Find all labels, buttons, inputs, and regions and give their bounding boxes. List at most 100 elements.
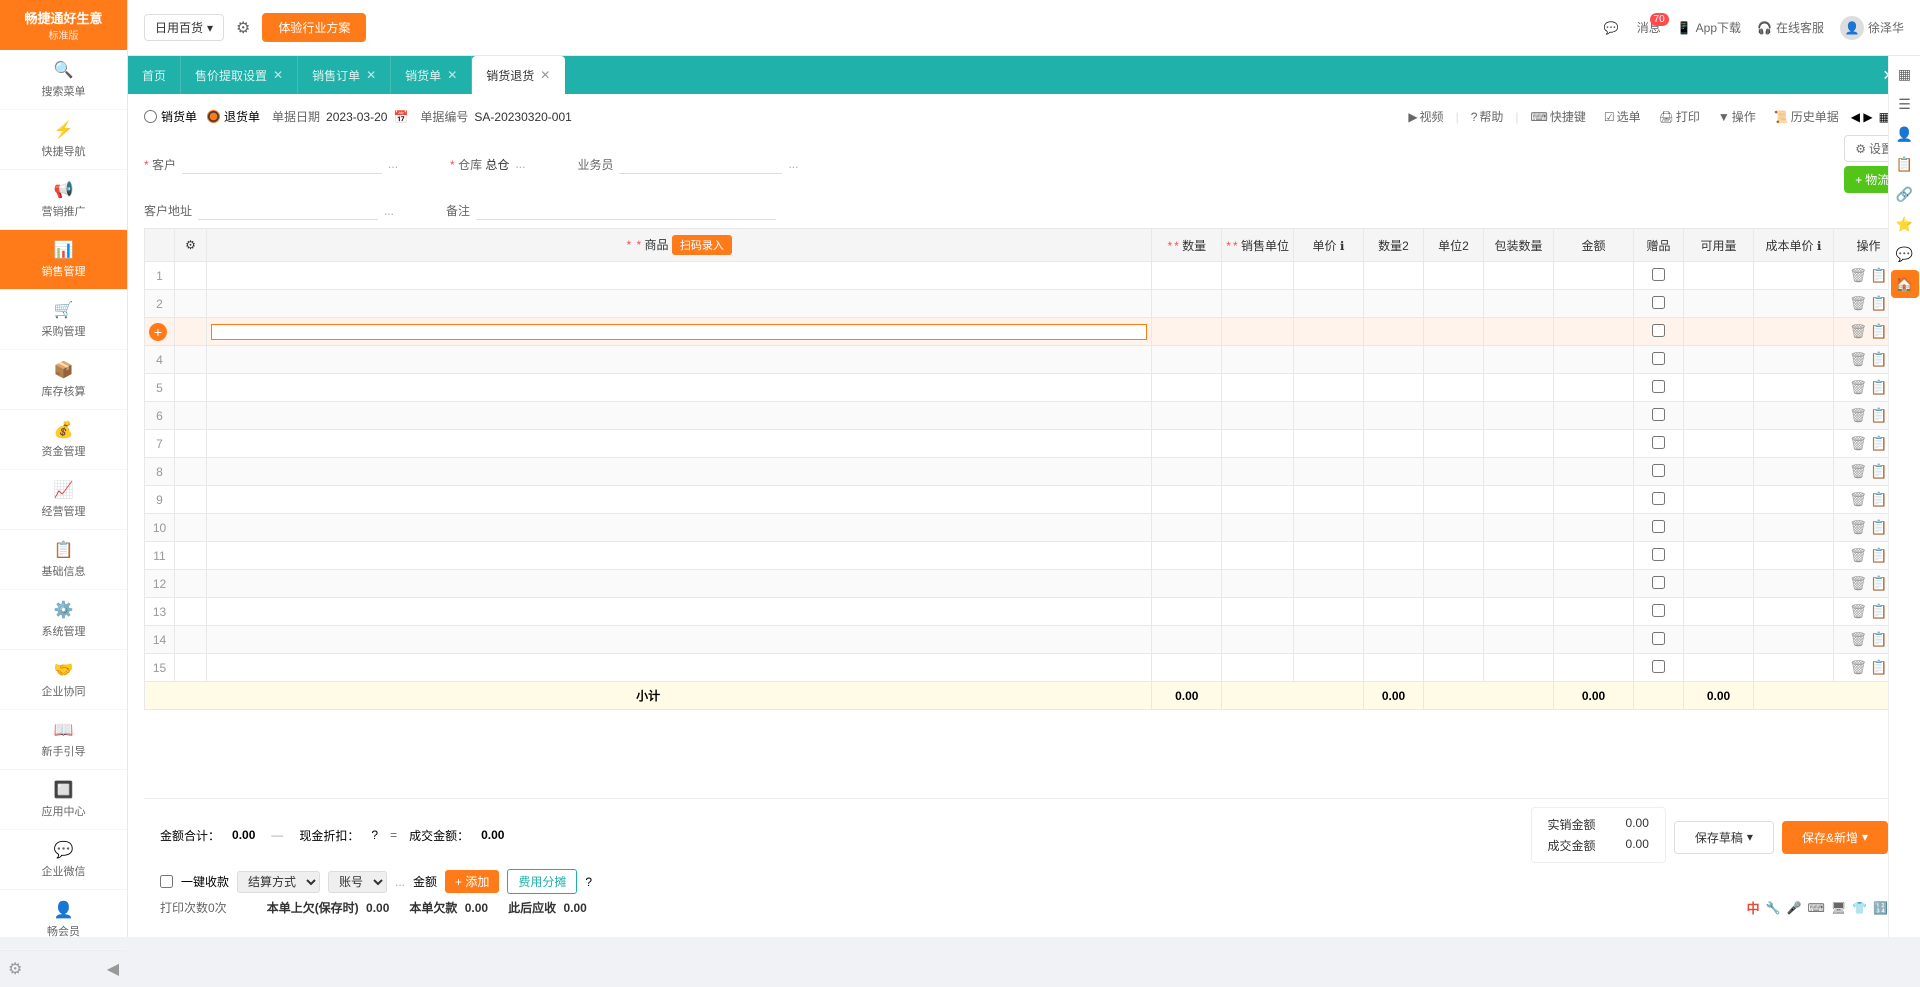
address-dots[interactable]: ... <box>384 204 394 218</box>
product-cell[interactable] <box>207 458 1152 486</box>
copy-icon[interactable]: 📋 <box>1870 267 1887 283</box>
product-cell[interactable] <box>207 626 1152 654</box>
copy-icon[interactable]: 📋 <box>1870 351 1887 367</box>
col-gear-header[interactable]: ⚙ <box>175 229 207 262</box>
copy-icon[interactable]: 📋 <box>1870 603 1887 619</box>
radio-return[interactable]: 退货单 <box>207 108 260 125</box>
copy-icon[interactable]: 📋 <box>1870 491 1887 507</box>
product-cell[interactable] <box>207 654 1152 682</box>
gift-checkbox[interactable] <box>1652 520 1665 533</box>
customer-input[interactable] <box>182 155 382 174</box>
print-btn[interactable]: 🖨 打印 <box>1653 106 1706 127</box>
delete-icon[interactable]: 🗑 <box>1849 631 1867 647</box>
gift-checkbox[interactable] <box>1652 408 1665 421</box>
tab-sales-order[interactable]: 销售订单 ✕ <box>298 56 391 94</box>
calc-method-select[interactable]: 结算方式 <box>237 871 320 893</box>
account-dots[interactable]: ... <box>395 875 405 889</box>
gift-checkbox[interactable] <box>1652 380 1665 393</box>
delete-icon[interactable]: 🗑 <box>1849 379 1867 395</box>
warehouse-dots[interactable]: ... <box>515 157 525 171</box>
shortcut-btn[interactable]: ⌨ 快捷键 <box>1525 106 1592 127</box>
right-panel-grid-btn[interactable]: ▦ <box>1891 60 1919 88</box>
delete-icon[interactable]: 🗑 <box>1849 463 1867 479</box>
gift-cell[interactable] <box>1634 598 1684 626</box>
gift-cell[interactable] <box>1634 374 1684 402</box>
delete-icon[interactable]: 🗑 <box>1849 407 1867 423</box>
gift-checkbox[interactable] <box>1652 576 1665 589</box>
gift-cell[interactable] <box>1634 458 1684 486</box>
product-cell[interactable] <box>207 570 1152 598</box>
history-btn[interactable]: 📜 历史单据 <box>1768 106 1845 127</box>
tool6-icon[interactable]: 🔢 <box>1873 901 1888 915</box>
sidebar-item-system[interactable]: ⚙️ 系统管理 <box>0 590 127 650</box>
copy-icon[interactable]: 📋 <box>1870 519 1887 535</box>
right-panel-link-btn[interactable]: 🔗 <box>1891 180 1919 208</box>
fee-help-icon[interactable]: ? <box>585 875 592 889</box>
product-cell[interactable] <box>207 374 1152 402</box>
sidebar-item-partner[interactable]: 🤝 企业协同 <box>0 650 127 710</box>
sidebar-item-basic[interactable]: 📋 基础信息 <box>0 530 127 590</box>
save-new-btn[interactable]: 保存&新增 ▾ <box>1782 821 1888 854</box>
exp-btn[interactable]: 体验行业方案 <box>262 13 366 42</box>
sidebar-item-search[interactable]: 🔍 搜索菜单 <box>0 50 127 110</box>
add-row-btn[interactable]: + <box>149 323 167 341</box>
copy-icon[interactable]: 📋 <box>1870 379 1887 395</box>
gift-cell[interactable] <box>1634 290 1684 318</box>
tab-price-extract-close[interactable]: ✕ <box>273 68 283 82</box>
industry-select[interactable]: 日用百货 ▾ <box>144 14 224 41</box>
right-panel-home-btn[interactable]: 🏠 <box>1891 270 1919 298</box>
gift-checkbox[interactable] <box>1652 352 1665 365</box>
tab-price-extract[interactable]: 售价提取设置 ✕ <box>181 56 298 94</box>
delete-icon[interactable]: 🗑 <box>1849 575 1867 591</box>
sidebar-item-member[interactable]: 👤 畅会员 <box>0 890 127 950</box>
gift-cell[interactable] <box>1634 654 1684 682</box>
tool3-icon[interactable]: ⌨ <box>1808 901 1825 915</box>
delete-icon[interactable]: 🗑 <box>1849 519 1867 535</box>
gift-checkbox[interactable] <box>1652 464 1665 477</box>
delete-icon[interactable]: 🗑 <box>1849 267 1867 283</box>
product-cell[interactable] <box>207 290 1152 318</box>
gift-checkbox[interactable] <box>1652 324 1665 337</box>
copy-icon[interactable]: 📋 <box>1870 659 1887 675</box>
sidebar-item-app[interactable]: 🔲 应用中心 <box>0 770 127 830</box>
copy-icon[interactable]: 📋 <box>1870 435 1887 451</box>
sidebar-item-marketing[interactable]: 📢 营销推广 <box>0 170 127 230</box>
save-draft-btn[interactable]: 保存草稿 ▾ <box>1674 821 1774 854</box>
sidebar-item-sales[interactable]: 📊 销售管理 <box>0 230 127 290</box>
salesman-input[interactable] <box>619 155 782 174</box>
delete-icon[interactable]: 🗑 <box>1849 295 1867 311</box>
salesman-dots[interactable]: ... <box>788 157 798 171</box>
sidebar-item-wechat[interactable]: 💬 企业微信 <box>0 830 127 890</box>
gift-cell[interactable] <box>1634 542 1684 570</box>
gift-cell[interactable] <box>1634 514 1684 542</box>
delete-icon[interactable]: 🗑 <box>1849 435 1867 451</box>
sidebar-item-guide[interactable]: 📖 新手引导 <box>0 710 127 770</box>
copy-icon[interactable]: 📋 <box>1870 547 1887 563</box>
copy-icon[interactable]: 📋 <box>1870 407 1887 423</box>
product-cell[interactable] <box>207 402 1152 430</box>
calendar-icon[interactable]: 📅 <box>393 110 408 124</box>
tab-sales[interactable]: 销货单 ✕ <box>391 56 472 94</box>
tool1-icon[interactable]: 🔧 <box>1766 901 1781 915</box>
delete-icon[interactable]: 🗑 <box>1849 491 1867 507</box>
product-input[interactable] <box>211 324 1147 340</box>
user-menu[interactable]: 👤 徐泽华 <box>1840 16 1904 40</box>
app-download-btn[interactable]: 📱 App下载 <box>1677 19 1741 36</box>
product-cell[interactable] <box>207 514 1152 542</box>
discount-help-icon[interactable]: ? <box>371 828 378 842</box>
customer-dots[interactable]: ... <box>388 157 398 171</box>
gift-checkbox[interactable] <box>1652 548 1665 561</box>
tab-sales-close[interactable]: ✕ <box>447 68 457 82</box>
delete-icon[interactable]: 🗑 <box>1849 351 1867 367</box>
settings-icon[interactable]: ⚙ <box>8 959 22 979</box>
settings-gear-icon[interactable]: ⚙ <box>236 18 250 38</box>
product-cell[interactable] <box>207 486 1152 514</box>
copy-icon[interactable]: 📋 <box>1870 631 1887 647</box>
right-panel-list-btn[interactable]: ☰ <box>1891 90 1919 118</box>
sidebar-item-inventory[interactable]: 📦 库存核算 <box>0 350 127 410</box>
scan-btn[interactable]: 扫码录入 <box>672 235 732 255</box>
tab-sales-return[interactable]: 销货退货 ✕ <box>472 56 565 94</box>
gift-cell[interactable] <box>1634 486 1684 514</box>
tab-sales-order-close[interactable]: ✕ <box>366 68 376 82</box>
tab-sales-return-close[interactable]: ✕ <box>540 68 550 82</box>
